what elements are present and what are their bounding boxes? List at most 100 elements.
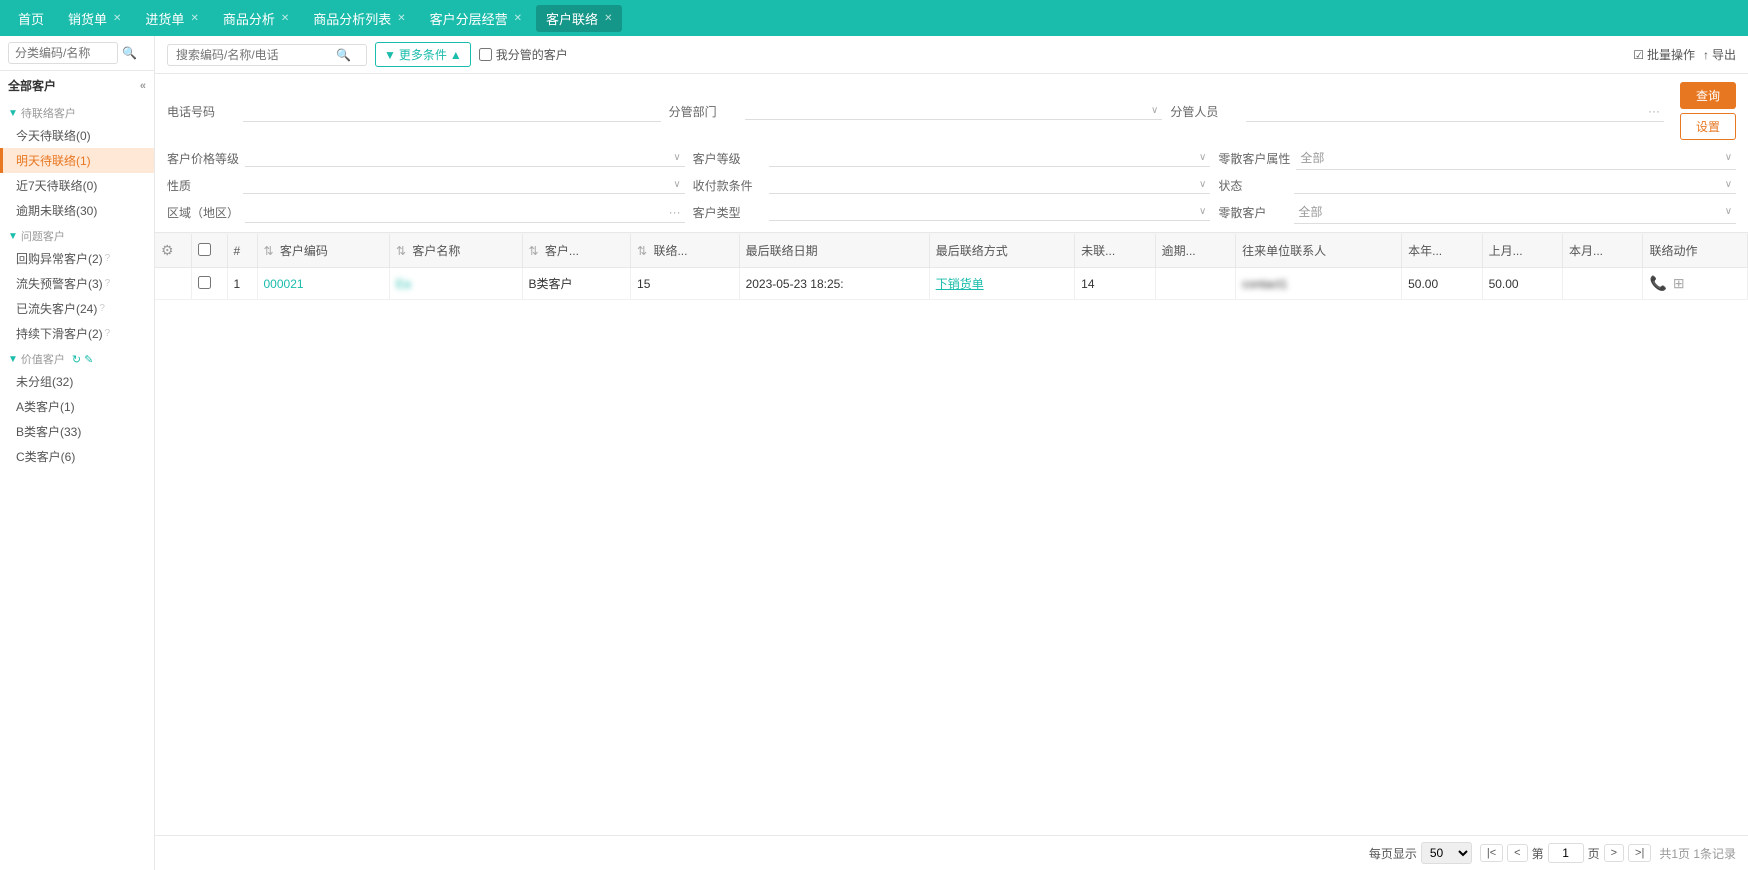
- close-icon[interactable]: ✕: [397, 13, 405, 24]
- export-btn[interactable]: ↑ 导出: [1703, 46, 1736, 63]
- search-icon[interactable]: 🔍: [336, 48, 351, 62]
- price-level-field: 客户价格等级 ∨: [167, 149, 685, 167]
- retail-attr-select[interactable]: 全部 ∨: [1296, 146, 1736, 170]
- region-select[interactable]: ···: [245, 202, 685, 223]
- batch-op-btn[interactable]: ☑ 批量操作: [1633, 46, 1695, 63]
- next-page-btn[interactable]: >: [1604, 844, 1624, 862]
- total-records: 共1页 1条记录: [1659, 845, 1736, 862]
- select-all-checkbox[interactable]: [198, 243, 211, 256]
- region-field: 区域（地区） ···: [167, 202, 685, 223]
- gender-select[interactable]: ∨: [243, 176, 685, 194]
- prev-page-btn[interactable]: <: [1507, 844, 1527, 862]
- td-last-month: 50.00: [1482, 268, 1562, 300]
- th-contact-person: 往来单位联系人: [1236, 234, 1402, 268]
- phone-input[interactable]: [243, 101, 661, 122]
- td-name[interactable]: Ea: [390, 268, 523, 300]
- nav-purchase-order[interactable]: 进货单 ✕: [135, 5, 208, 32]
- td-index: 1: [227, 268, 257, 300]
- filter-row-3: 性质 ∨ 收付款条件 ∨ 状态: [167, 176, 1736, 194]
- sidebar-item-overdue-contact[interactable]: 逾期未联络(30): [0, 198, 154, 223]
- checkbox-icon: ☑: [1633, 48, 1644, 62]
- refresh-icon[interactable]: ↻: [72, 353, 81, 366]
- retail-customer-field: 零散客户 全部 ∨: [1218, 200, 1736, 224]
- close-icon[interactable]: ✕: [113, 13, 121, 24]
- sidebar-item-declining[interactable]: 持续下滑客户(2) ?: [0, 321, 154, 346]
- customer-level-select[interactable]: ∨: [769, 149, 1211, 167]
- retail-attr-label: 零散客户属性: [1218, 150, 1290, 167]
- my-customers-checkbox-label[interactable]: 我分管的客户: [479, 46, 568, 63]
- nav-product-analysis[interactable]: 商品分析 ✕: [213, 5, 299, 32]
- th-this-year: 本年...: [1402, 234, 1482, 268]
- customer-level-field: 客户等级 ∨: [693, 149, 1211, 167]
- sidebar-item-churned[interactable]: 已流失客户(24) ?: [0, 296, 154, 321]
- payment-label: 收付款条件: [693, 177, 763, 194]
- nav-home[interactable]: 首页: [8, 5, 54, 32]
- row-checkbox[interactable]: [198, 276, 211, 289]
- table-body: 1 000021 Ea B类客户 15 2023-05-23 18:25: 下销…: [155, 268, 1748, 300]
- contact-method-link[interactable]: 下销货单: [936, 277, 984, 291]
- edit-icon[interactable]: ✎: [84, 353, 93, 366]
- settings-button[interactable]: 设置: [1680, 113, 1736, 140]
- more-conditions-btn[interactable]: ▼ 更多条件 ▲: [375, 42, 471, 67]
- status-select[interactable]: ∨: [1294, 176, 1736, 194]
- chevron-down-icon: ∨: [1151, 105, 1158, 116]
- page-size-select[interactable]: 50 100 200: [1421, 842, 1472, 864]
- close-icon[interactable]: ✕: [514, 13, 522, 24]
- settings-gear-icon[interactable]: ⚙: [161, 242, 174, 258]
- sidebar-item-repurchase-abnormal[interactable]: 回购异常客户(2) ?: [0, 246, 154, 271]
- chevron-down-icon: ∨: [1199, 179, 1206, 190]
- td-contact-person: contact1: [1236, 268, 1402, 300]
- td-this-year: 50.00: [1402, 268, 1482, 300]
- sidebar-item-today-contact[interactable]: 今天待联络(0): [0, 123, 154, 148]
- customer-type-select[interactable]: ∨: [769, 203, 1211, 221]
- manager-select[interactable]: ···: [1246, 101, 1664, 122]
- nav-customer-contact[interactable]: 客户联络 ✕: [536, 5, 622, 32]
- collapse-icon: «: [140, 80, 146, 92]
- phone-action-icon[interactable]: 📞: [1649, 275, 1666, 292]
- sidebar-item-class-a[interactable]: A类客户(1): [0, 394, 154, 419]
- payment-select[interactable]: ∨: [769, 176, 1211, 194]
- td-last-contact-date: 2023-05-23 18:25:: [739, 268, 929, 300]
- query-button[interactable]: 查询: [1680, 82, 1736, 109]
- td-last-contact-method[interactable]: 下销货单: [929, 268, 1074, 300]
- th-type: ⇅ 客户...: [522, 234, 631, 268]
- close-icon[interactable]: ✕: [604, 13, 612, 24]
- sidebar-search-icon[interactable]: 🔍: [122, 46, 137, 60]
- my-customers-checkbox[interactable]: [479, 48, 492, 61]
- nav-sales-order[interactable]: 销货单 ✕: [58, 5, 131, 32]
- nav-product-analysis-list[interactable]: 商品分析列表 ✕: [303, 5, 415, 32]
- dept-select[interactable]: ∨: [745, 102, 1163, 120]
- sidebar-item-class-b[interactable]: B类客户(33): [0, 419, 154, 444]
- td-checkbox: [191, 268, 227, 300]
- all-customers-header[interactable]: 全部客户 «: [0, 71, 154, 100]
- sidebar-search-input[interactable]: [8, 42, 118, 64]
- region-label: 区域（地区）: [167, 204, 239, 221]
- td-code[interactable]: 000021: [257, 268, 390, 300]
- chevron-up-icon: ▲: [450, 48, 462, 62]
- retail-customer-select[interactable]: 全部 ∨: [1294, 200, 1736, 224]
- table-container: ⚙ # ⇅ 客户编码 ⇅ 客户名称: [155, 234, 1748, 835]
- sidebar-item-ungrouped[interactable]: 未分组(32): [0, 369, 154, 394]
- sidebar-item-7day-contact[interactable]: 近7天待联络(0): [0, 173, 154, 198]
- gender-label: 性质: [167, 177, 237, 194]
- nav-customer-tier[interactable]: 客户分层经营 ✕: [420, 5, 532, 32]
- ellipsis-icon: ···: [1648, 104, 1660, 118]
- grid-action-icon[interactable]: ⊞: [1673, 275, 1685, 292]
- close-icon[interactable]: ✕: [190, 13, 198, 24]
- sidebar-item-churn-warning[interactable]: 流失预警客户(3) ?: [0, 271, 154, 296]
- help-icon: ?: [105, 278, 111, 289]
- page-label: 第: [1532, 845, 1544, 862]
- close-icon[interactable]: ✕: [281, 13, 289, 24]
- manager-label: 分管人员: [1170, 103, 1240, 120]
- last-page-btn[interactable]: >|: [1628, 844, 1651, 862]
- sidebar-item-tomorrow-contact[interactable]: 明天待联络(1): [0, 148, 154, 173]
- payment-field: 收付款条件 ∨: [693, 176, 1211, 194]
- dept-label: 分管部门: [669, 103, 739, 120]
- triangle-icon: ▼: [8, 231, 18, 242]
- sidebar-item-class-c[interactable]: C类客户(6): [0, 444, 154, 469]
- first-page-btn[interactable]: |<: [1480, 844, 1503, 862]
- search-input[interactable]: [176, 48, 336, 62]
- help-icon: ?: [99, 303, 105, 314]
- price-level-select[interactable]: ∨: [245, 149, 685, 167]
- page-input[interactable]: [1548, 843, 1584, 863]
